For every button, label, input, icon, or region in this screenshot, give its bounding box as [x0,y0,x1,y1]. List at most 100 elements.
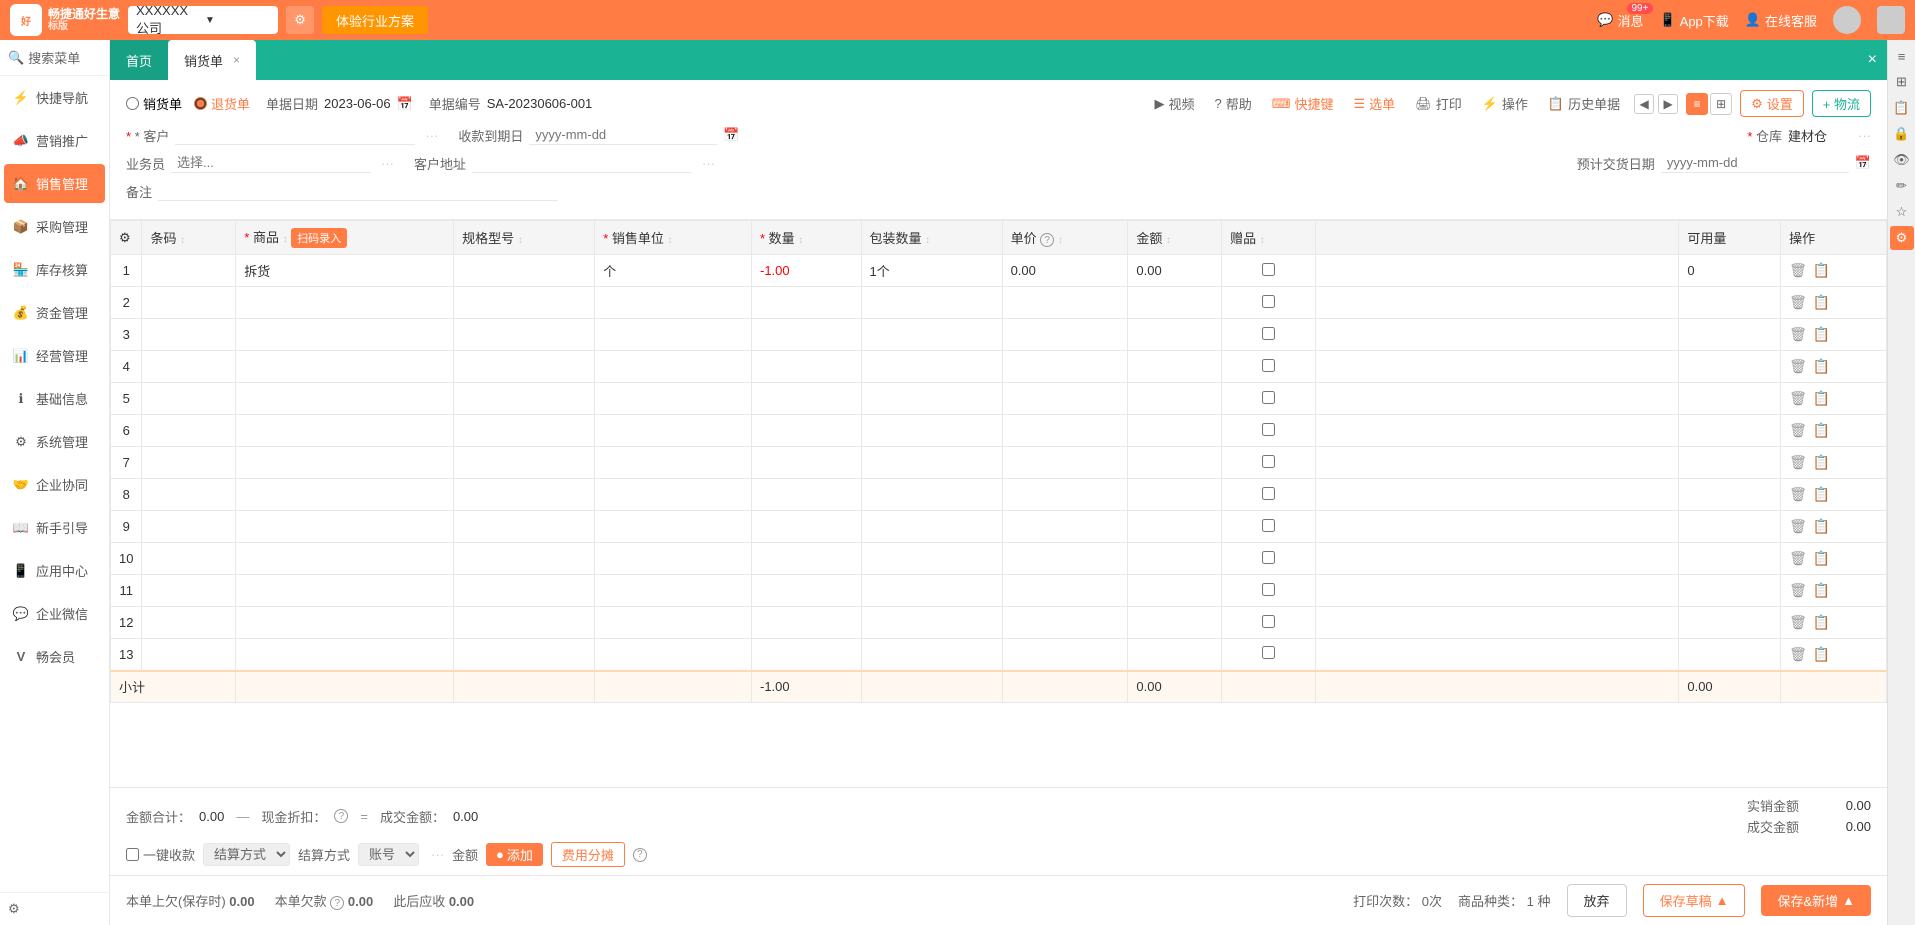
salesperson-more[interactable]: ··· [381,156,394,171]
row-quantity[interactable] [751,383,861,415]
account-select[interactable]: 账号 [358,843,419,866]
row-unit[interactable] [595,607,752,639]
row-gift[interactable] [1222,447,1316,479]
delete-icon[interactable]: 🗑 [1789,486,1807,503]
payment-more[interactable]: ··· [431,847,444,862]
rp-btn-3[interactable]: 📋 [1890,96,1914,120]
tab-sales-order[interactable]: 销货单 × [168,40,256,80]
gift-checkbox[interactable] [1262,646,1275,659]
row-product[interactable] [236,383,454,415]
row-price[interactable] [1002,383,1128,415]
payment-method-select[interactable]: 结算方式 [203,843,290,866]
message-button[interactable]: 💬 消息 99+ [1597,11,1643,30]
customer-more[interactable]: ··· [425,128,438,143]
row-product[interactable] [236,543,454,575]
select-btn[interactable]: ☰ 选单 [1348,92,1402,115]
logistics-button[interactable]: + 物流 [1812,90,1871,117]
print-btn[interactable]: 🖨 打印 [1409,92,1468,115]
gift-checkbox[interactable] [1262,455,1275,468]
row-amount[interactable] [1128,351,1222,383]
row-packqty[interactable] [861,639,1002,671]
copy-icon[interactable]: 📋 [1813,550,1830,567]
row-price[interactable] [1002,575,1128,607]
app-download-button[interactable]: 📱 App下载 [1659,11,1728,30]
settings-button[interactable]: ⚙ [286,6,314,34]
row-packqty[interactable] [861,447,1002,479]
sidebar-item-purchase[interactable]: 📦 采购管理 [4,207,105,246]
grid-view-btn[interactable]: ⊞ [1710,93,1732,115]
gift-checkbox[interactable] [1262,295,1275,308]
row-price[interactable] [1002,543,1128,575]
row-amount[interactable] [1128,607,1222,639]
user-menu[interactable] [1877,6,1905,34]
row-quantity[interactable]: -1.00 [751,255,861,287]
copy-icon[interactable]: 📋 [1813,390,1830,407]
one-click-payment-label[interactable]: 一键收款 [126,845,195,864]
gift-checkbox[interactable] [1262,551,1275,564]
abandon-button[interactable]: 放弃 [1567,884,1627,917]
row-gift[interactable] [1222,383,1316,415]
row-price[interactable] [1002,447,1128,479]
save-new-button[interactable]: 保存&新增 ▲ [1761,885,1871,916]
delete-icon[interactable]: 🗑 [1789,454,1807,471]
row-barcode[interactable] [142,319,236,351]
owed-info-icon[interactable]: ? [330,896,344,910]
copy-icon[interactable]: 📋 [1813,614,1830,631]
row-unit[interactable] [595,543,752,575]
row-unit[interactable] [595,639,752,671]
operation-btn[interactable]: ⚡ 操作 [1476,92,1534,115]
sidebar-item-operations[interactable]: 📊 经营管理 [4,336,105,375]
row-barcode[interactable] [142,351,236,383]
sidebar-item-cooperation[interactable]: 🤝 企业协同 [4,465,105,504]
row-barcode[interactable] [142,511,236,543]
rp-btn-7[interactable]: ☆ [1890,200,1914,224]
sidebar-item-apps[interactable]: 📱 应用中心 [4,551,105,590]
delete-icon[interactable]: 🗑 [1789,422,1807,439]
row-gift[interactable] [1222,511,1316,543]
row-spec[interactable] [454,639,595,671]
row-gift[interactable] [1222,607,1316,639]
copy-icon[interactable]: 📋 [1813,582,1830,599]
row-gift[interactable] [1222,287,1316,319]
row-quantity[interactable] [751,319,861,351]
copy-icon[interactable]: 📋 [1813,262,1830,279]
row-packqty[interactable] [861,575,1002,607]
online-service-button[interactable]: 👤 在线客服 [1745,11,1817,30]
warehouse-more[interactable]: ··· [1858,128,1871,143]
row-product[interactable] [236,575,454,607]
row-spec[interactable] [454,287,595,319]
row-unit[interactable] [595,575,752,607]
row-packqty[interactable] [861,287,1002,319]
rp-btn-5[interactable]: 👁 [1890,148,1914,172]
row-spec[interactable] [454,543,595,575]
rp-btn-2[interactable]: ⊞ [1890,70,1914,94]
copy-icon[interactable]: 📋 [1813,646,1830,663]
row-gift[interactable] [1222,351,1316,383]
row-spec[interactable] [454,383,595,415]
row-packqty[interactable] [861,351,1002,383]
sidebar-item-quick[interactable]: ⚡ 快捷导航 [4,78,105,117]
row-gift[interactable] [1222,319,1316,351]
row-price[interactable] [1002,351,1128,383]
delete-icon[interactable]: 🗑 [1789,646,1807,663]
copy-icon[interactable]: 📋 [1813,326,1830,343]
save-draft-button[interactable]: 保存草稿 ▲ [1643,884,1746,917]
row-price[interactable] [1002,479,1128,511]
radio-sales[interactable]: 销货单 [126,94,182,113]
row-price[interactable] [1002,415,1128,447]
row-barcode[interactable] [142,479,236,511]
delete-icon[interactable]: 🗑 [1789,614,1807,631]
row-packqty[interactable] [861,319,1002,351]
row-amount[interactable] [1128,543,1222,575]
row-price[interactable] [1002,319,1128,351]
row-product[interactable] [236,607,454,639]
sidebar-settings-btn[interactable]: ⚙ [0,893,109,925]
trial-button[interactable]: 体验行业方案 [322,6,428,34]
gift-checkbox[interactable] [1262,615,1275,628]
delete-icon[interactable]: 🗑 [1789,550,1807,567]
row-product[interactable] [236,511,454,543]
row-packqty[interactable] [861,511,1002,543]
row-unit[interactable] [595,511,752,543]
gift-checkbox[interactable] [1262,519,1275,532]
radio-return[interactable]: 退货单 [194,94,250,113]
